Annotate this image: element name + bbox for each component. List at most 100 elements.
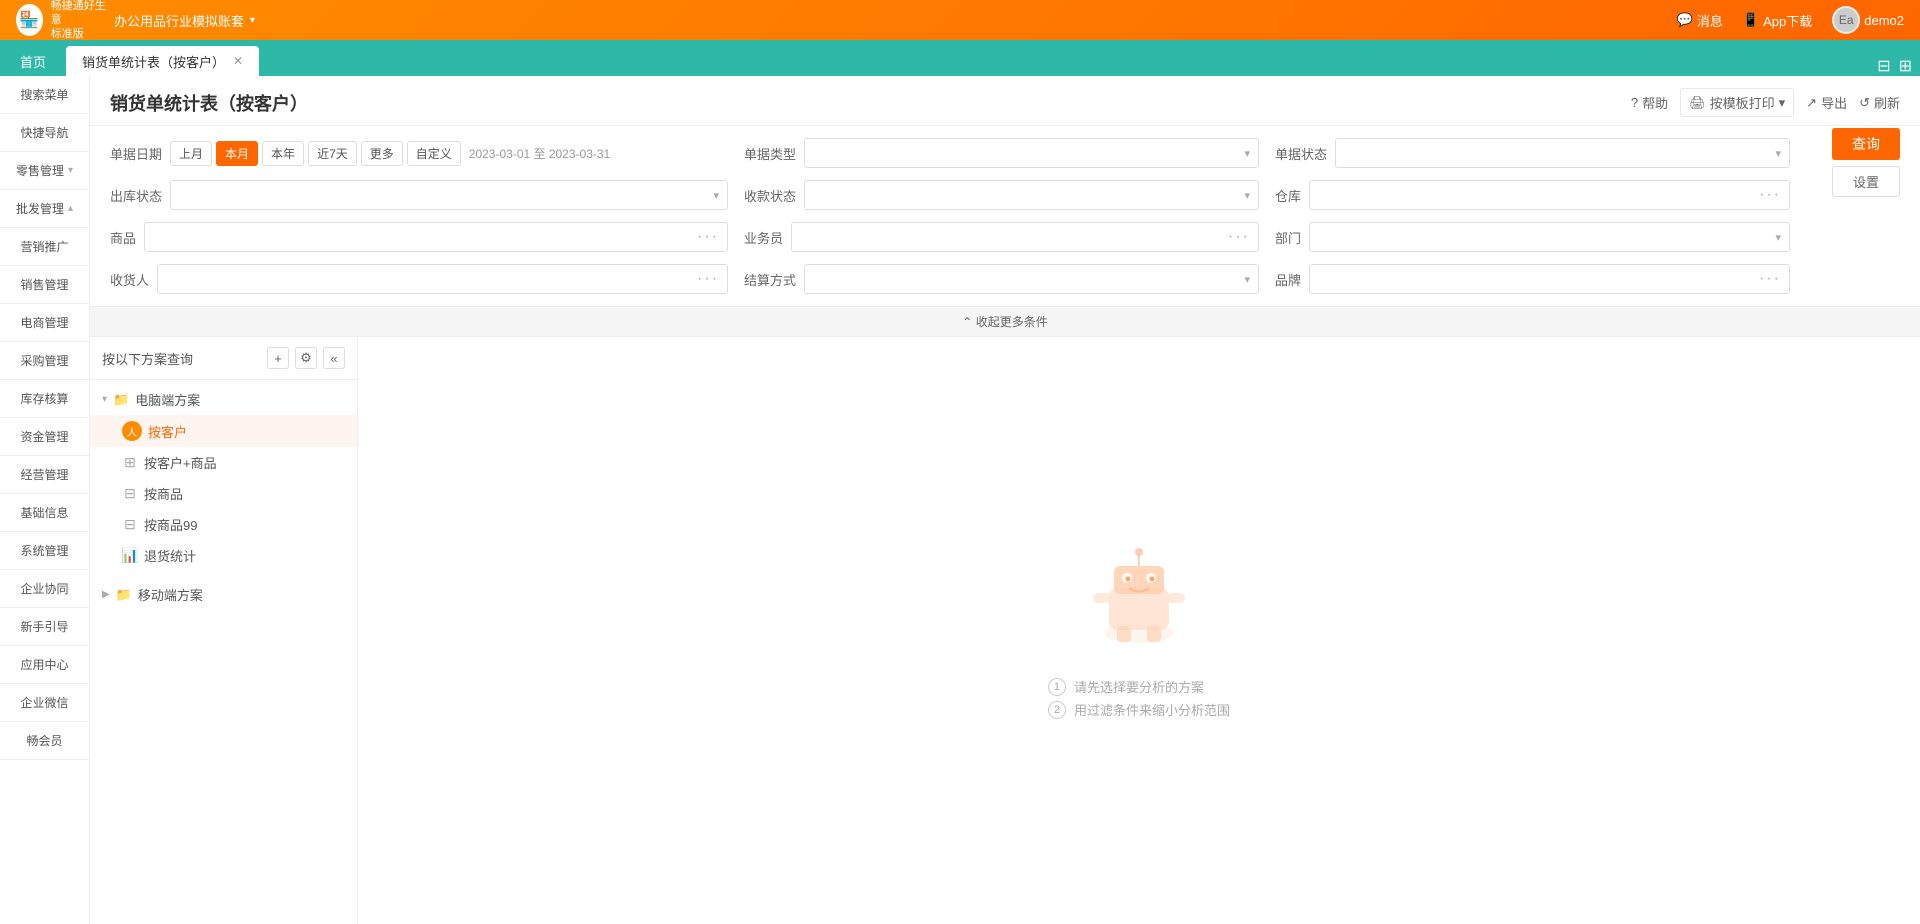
panel-title: 按以下方案查询 — [102, 349, 193, 368]
empty-step-1: 1 请先选择要分析的方案 — [1048, 677, 1230, 696]
goods-icon: ⊟ — [122, 486, 138, 502]
receiver-select[interactable]: ··· — [157, 264, 728, 294]
sidebar-item-enterprise-wechat[interactable]: 企业微信 — [0, 684, 89, 722]
sidebar-item-enterprise[interactable]: 企业协同 — [0, 570, 89, 608]
help-button[interactable]: ? 帮助 — [1631, 93, 1668, 112]
goods-col: 商品 ··· — [110, 222, 728, 252]
sidebar-item-sales[interactable]: 销售管理 — [0, 266, 89, 304]
query-button[interactable]: 查询 — [1832, 128, 1900, 160]
filter-area: 单据日期 上月 本月 本年 近7天 更多 自定义 2023-03-01 至 20… — [90, 126, 1920, 307]
goods-select[interactable]: ··· — [144, 222, 728, 252]
sidebar-item-app-center[interactable]: 应用中心 — [0, 646, 89, 684]
out-status-select[interactable]: ▾ — [170, 180, 728, 210]
tree-item-by-goods-99[interactable]: ⊟ 按商品99 — [90, 509, 357, 540]
user-area[interactable]: Ea demo2 — [1832, 6, 1904, 34]
template-print-button[interactable]: 🖨 按模板打印 ▾ — [1680, 88, 1794, 117]
tab-home[interactable]: 首页 — [4, 46, 62, 76]
date-btn-7days[interactable]: 近7天 — [308, 141, 357, 166]
sidebar-item-inventory[interactable]: 库存核算 — [0, 380, 89, 418]
chevron-down-icon: ▾ — [68, 165, 73, 176]
export-button[interactable]: ↗ 导出 — [1806, 93, 1847, 112]
tree-item-by-customer-goods[interactable]: ⊞ 按客户+商品 — [90, 447, 357, 478]
collect-status-arrow-icon: ▾ — [1244, 189, 1250, 202]
out-status-label: 出库状态 — [110, 186, 162, 205]
sidebar-item-marketing[interactable]: 营销推广 — [0, 228, 89, 266]
refresh-button[interactable]: ↺ 刷新 — [1859, 93, 1900, 112]
sidebar-item-member[interactable]: 畅会员 — [0, 722, 89, 760]
date-label: 单据日期 — [110, 144, 162, 163]
tree-item-by-goods[interactable]: ⊟ 按商品 — [90, 478, 357, 509]
order-status-label: 单据状态 — [1275, 144, 1327, 163]
settlement-label: 结算方式 — [744, 270, 796, 289]
sidebar-item-basic-info[interactable]: 基础信息 — [0, 494, 89, 532]
collect-status-col: 收款状态 ▾ — [744, 180, 1259, 210]
sidebar-item-operations[interactable]: 经营管理 — [0, 456, 89, 494]
export-icon: ↗ — [1806, 95, 1817, 111]
collapse-bar[interactable]: ⌃ 收起更多条件 — [90, 307, 1920, 337]
tab-close-icon[interactable]: ✕ — [233, 54, 243, 68]
brand-select[interactable]: ··· — [1309, 264, 1790, 294]
workspace-selector[interactable]: 办公用品行业模拟账套 ▾ — [106, 11, 1677, 30]
panel-collapse-button[interactable]: « — [323, 347, 345, 369]
sidebar-item-ecommerce[interactable]: 电商管理 — [0, 304, 89, 342]
warehouse-label: 仓库 — [1275, 186, 1301, 205]
tab-maximize-button[interactable]: ⊞ — [1899, 56, 1912, 76]
app-download-button[interactable]: 📱 App下载 — [1743, 11, 1812, 30]
date-btn-this-month[interactable]: 本月 — [216, 141, 258, 166]
tree-item-sales-return[interactable]: 📊 退货统计 — [90, 540, 357, 571]
goods-dots-icon: ··· — [697, 228, 719, 246]
brand-col: 品牌 ··· — [1275, 264, 1790, 294]
tab-bar: 首页 销货单统计表（按客户） ✕ ⊟ ⊞ — [0, 40, 1920, 76]
sidebar-item-system[interactable]: 系统管理 — [0, 532, 89, 570]
sidebar-item-search-menu[interactable]: 搜索菜单 — [0, 76, 89, 114]
department-select[interactable]: ▾ — [1309, 222, 1790, 252]
avatar: Ea — [1832, 6, 1860, 34]
date-btn-more[interactable]: 更多 — [361, 141, 403, 166]
main-content: 搜索菜单 快捷导航 零售管理 ▾ 批发管理 ▴ 营销推广 销售管理 电商管理 采… — [0, 76, 1920, 924]
sidebar: 搜索菜单 快捷导航 零售管理 ▾ 批发管理 ▴ 营销推广 销售管理 电商管理 采… — [0, 76, 90, 924]
tree-arrow-icon: ▾ — [102, 394, 107, 405]
panel-header: 按以下方案查询 + ⚙ « — [90, 337, 357, 380]
warehouse-dots-icon: ··· — [1759, 186, 1781, 204]
salesman-label: 业务员 — [744, 228, 783, 247]
sidebar-item-retail[interactable]: 零售管理 ▾ — [0, 152, 89, 190]
department-arrow-icon: ▾ — [1775, 231, 1781, 244]
collect-status-select[interactable]: ▾ — [804, 180, 1259, 210]
settlement-col: 结算方式 ▾ — [744, 264, 1259, 294]
sidebar-item-quick-nav[interactable]: 快捷导航 — [0, 114, 89, 152]
panel-add-button[interactable]: + — [267, 347, 289, 369]
tab-minimize-button[interactable]: ⊟ — [1877, 56, 1890, 76]
tab-sales-stat[interactable]: 销货单统计表（按客户） ✕ — [66, 46, 259, 76]
tree-group-desktop-header[interactable]: ▾ 📁 电脑端方案 — [90, 384, 357, 415]
message-button[interactable]: 💬 消息 — [1677, 11, 1723, 30]
date-btn-last-month[interactable]: 上月 — [170, 141, 212, 166]
salesman-select[interactable]: ··· — [791, 222, 1259, 252]
out-status-arrow-icon: ▾ — [713, 189, 719, 202]
logo-area: 🏪 畅捷通好生意 标准版 — [16, 0, 106, 41]
date-btn-custom[interactable]: 自定义 — [407, 141, 461, 166]
sidebar-item-wholesale[interactable]: 批发管理 ▴ — [0, 190, 89, 228]
step-num-2: 2 — [1048, 701, 1066, 719]
date-btn-this-year[interactable]: 本年 — [262, 141, 304, 166]
warehouse-col: 仓库 ··· — [1275, 180, 1790, 210]
logo-icon: 🏪 — [16, 4, 43, 36]
sidebar-item-newbie[interactable]: 新手引导 — [0, 608, 89, 646]
empty-steps: 1 请先选择要分析的方案 2 用过滤条件来缩小分析范围 — [1048, 677, 1230, 719]
settlement-select[interactable]: ▾ — [804, 264, 1259, 294]
order-status-select[interactable]: ▾ — [1335, 138, 1790, 168]
tab-home-label: 首页 — [20, 52, 46, 71]
panel-settings-button[interactable]: ⚙ — [295, 347, 317, 369]
tree-item-by-customer[interactable]: 人 按客户 — [90, 415, 357, 447]
order-type-arrow-icon: ▾ — [1244, 147, 1250, 160]
sidebar-item-finance[interactable]: 资金管理 — [0, 418, 89, 456]
order-type-select[interactable]: ▾ — [804, 138, 1259, 168]
settings-button[interactable]: 设置 — [1832, 166, 1900, 197]
sidebar-item-purchase[interactable]: 采购管理 — [0, 342, 89, 380]
panel-header-actions: + ⚙ « — [267, 347, 345, 369]
warehouse-select[interactable]: ··· — [1309, 180, 1790, 210]
tree-group-mobile-header[interactable]: ▶ 📁 移动端方案 — [90, 579, 357, 610]
page-area: 销货单统计表（按客户） ? 帮助 🖨 按模板打印 ▾ ↗ 导出 — [90, 76, 1920, 924]
tree-folder-icon: 📁 — [113, 392, 129, 408]
page-title: 销货单统计表（按客户） — [110, 90, 308, 116]
goods-label: 商品 — [110, 228, 136, 247]
